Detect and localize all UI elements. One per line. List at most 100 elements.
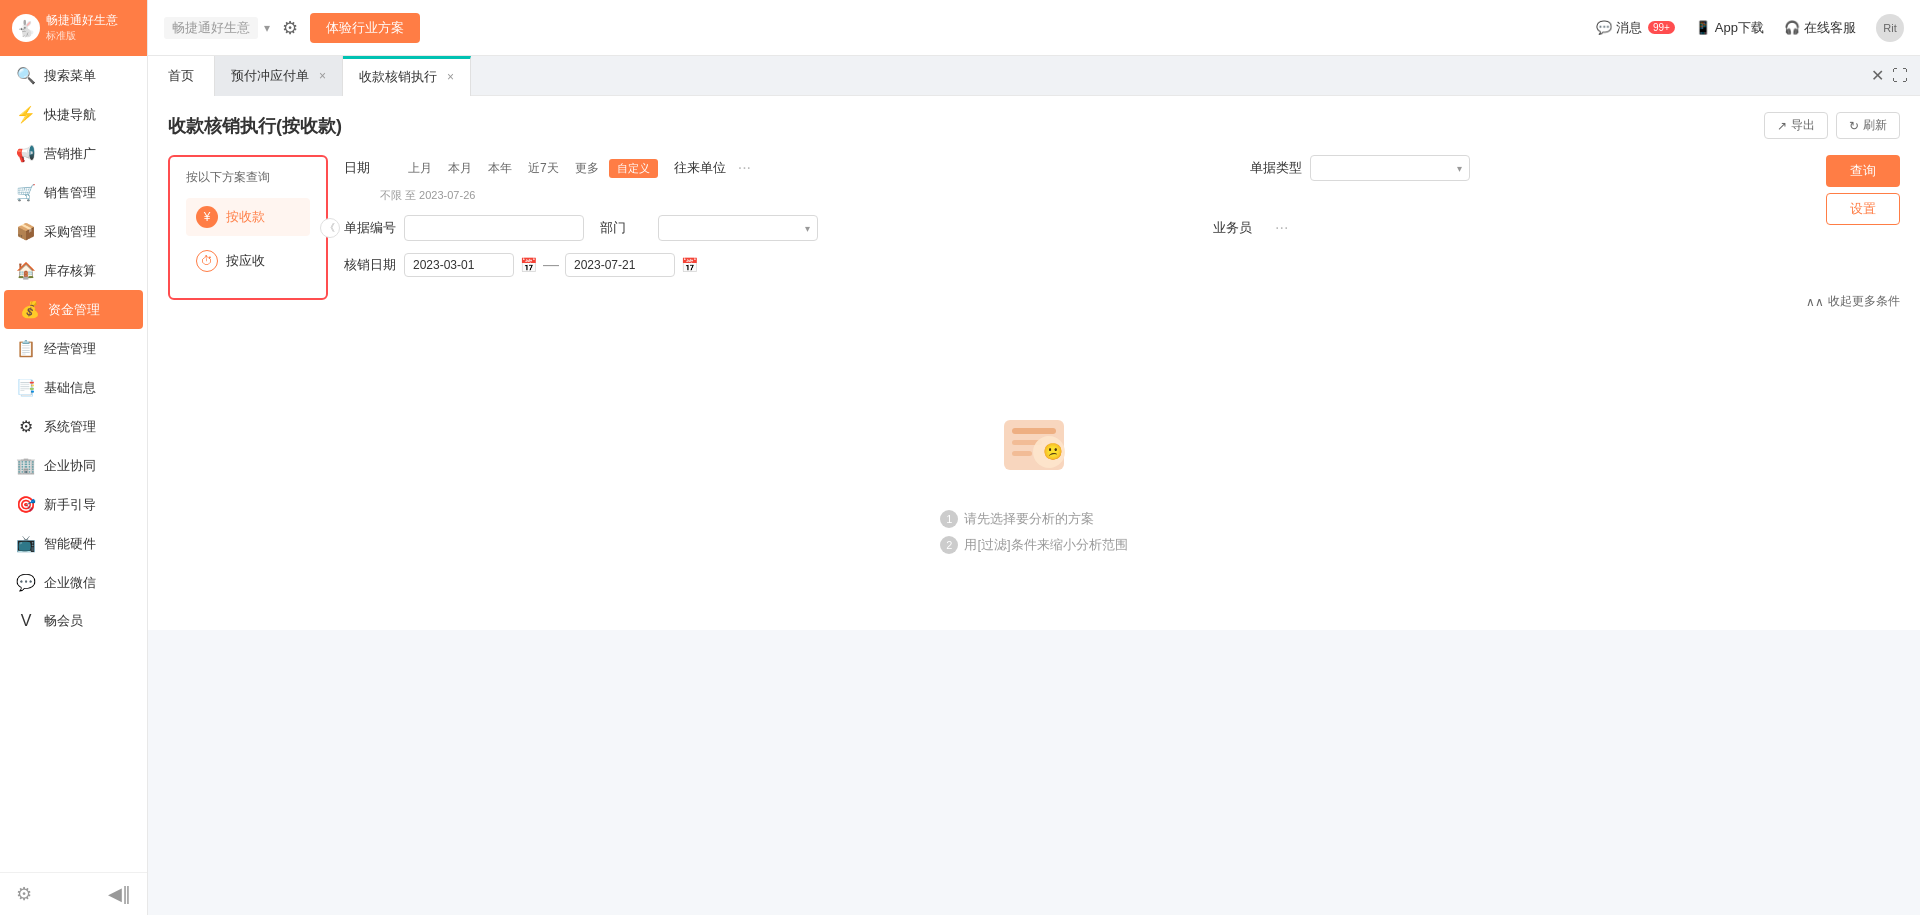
sidebar-icon-13: 💬 — [16, 573, 36, 592]
filter-row-date: 日期 上月 本月 本年 近7天 更多 自定义 — [344, 155, 1810, 181]
sidebar-icon-10: 🏢 — [16, 456, 36, 475]
verify-date-start-input[interactable] — [404, 253, 514, 277]
tab-prepay-close-icon[interactable]: × — [319, 69, 326, 83]
sidebar-item-智能硬件[interactable]: 📺智能硬件 — [0, 524, 147, 563]
filter-option-by-receivable[interactable]: ⏱ 按应收 — [186, 242, 310, 280]
tab-collection-close-icon[interactable]: × — [447, 70, 454, 84]
filter-option-by-receipt[interactable]: ¥ 按收款 — [186, 198, 310, 236]
sidebar-item-销售管理[interactable]: 🛒 销售管理 — [0, 173, 147, 212]
filter-row-verify-date: 核销日期 📅 — 📅 — [344, 253, 1810, 277]
filter-panel-title: 按以下方案查询 — [186, 169, 310, 186]
dept-select[interactable] — [658, 215, 818, 241]
order-no-field: 单据编号 — [344, 215, 584, 241]
tab-collection[interactable]: 收款核销执行 × — [343, 56, 471, 96]
verify-date-end-input[interactable] — [565, 253, 675, 277]
more-dates-btn[interactable]: 更多 — [569, 158, 605, 179]
refresh-btn[interactable]: ↻ 刷新 — [1836, 112, 1900, 139]
sidebar-item-搜索菜单[interactable]: 🔍搜索菜单 — [0, 56, 147, 95]
last-7-days-btn[interactable]: 近7天 — [522, 158, 565, 179]
sidebar-item-企业协同[interactable]: 🏢 企业协同 — [0, 446, 147, 485]
tab-prepay[interactable]: 预付冲应付单 × — [215, 56, 343, 96]
sidebar-label-7: 经营管理 — [44, 340, 96, 358]
sidebar-item-采购管理[interactable]: 📦 采购管理 — [0, 212, 147, 251]
content: 收款核销执行(按收款) ↗ 导出 ↻ 刷新 按以下方案查询 — [148, 96, 1920, 915]
order-type-label: 单据类型 — [1250, 159, 1302, 177]
date-note: 不限 至 2023-07-26 — [380, 189, 475, 201]
avatar: Rit — [1876, 14, 1904, 42]
sidebar-icon-5: 🏠 — [16, 261, 36, 280]
filter-option-receipt-label: 按收款 — [226, 208, 265, 226]
custom-date-btn[interactable]: 自定义 — [609, 159, 658, 178]
sidebar-icon-6: 💰 — [20, 300, 40, 319]
tab-home[interactable]: 首页 — [148, 56, 215, 96]
verify-date-start-cal-icon[interactable]: 📅 — [520, 257, 537, 273]
this-year-btn[interactable]: 本年 — [482, 158, 518, 179]
sidebar-label-3: 销售管理 — [44, 184, 96, 202]
app-download-btn[interactable]: 📱 App下载 — [1695, 19, 1764, 37]
collapse-panel-icon[interactable]: 《 — [320, 218, 340, 238]
page-title-row: 收款核销执行(按收款) ↗ 导出 ↻ 刷新 — [168, 112, 1900, 139]
close-all-icon[interactable]: ✕ — [1871, 66, 1884, 85]
tip-num-1: 1 — [940, 510, 958, 528]
topbar-gear-icon[interactable]: ⚙ — [282, 17, 298, 39]
collection-label: 收款核销执行 — [359, 68, 437, 86]
sidebar: 🐇 畅捷通好生意 标准版 🔍搜索菜单⚡快捷导航📢营销推广 🛒 销售管理 📦 采购管理 🏠库… — [0, 0, 148, 915]
online-service-btn[interactable]: 🎧 在线客服 — [1784, 19, 1856, 37]
salesperson-field: 业务员 ··· — [1213, 219, 1810, 237]
sidebar-label-8: 基础信息 — [44, 379, 96, 397]
sidebar-item-系统管理[interactable]: ⚙系统管理 — [0, 407, 147, 446]
counterpart-dots-icon[interactable]: ··· — [734, 159, 755, 177]
user-info[interactable]: Rit — [1876, 14, 1904, 42]
messages-btn[interactable]: 💬 消息 99+ — [1596, 19, 1675, 37]
expand-icon[interactable]: ⛶ — [1892, 67, 1908, 85]
refresh-label: 刷新 — [1863, 117, 1887, 134]
salesperson-dots-icon[interactable]: ··· — [1271, 219, 1292, 237]
topbar: 畅捷通好生意 ▾ ⚙ 体验行业方案 💬 消息 99+ 📱 App下载 🎧 在线客… — [148, 0, 1920, 56]
sidebar-item-经营管理[interactable]: 📋经营管理 — [0, 329, 147, 368]
sidebar-icon-3: 🛒 — [16, 183, 36, 202]
verify-date-input-group: 📅 — 📅 — [404, 253, 698, 277]
order-type-select[interactable] — [1310, 155, 1470, 181]
messages-badge: 99+ — [1648, 21, 1675, 34]
trial-btn[interactable]: 体验行业方案 — [310, 13, 420, 43]
verify-date-end-cal-icon[interactable]: 📅 — [681, 257, 698, 273]
sidebar-label-10: 企业协同 — [44, 457, 96, 475]
dept-label: 部门 — [600, 219, 650, 237]
sidebar-item-营销推广[interactable]: 📢营销推广 — [0, 134, 147, 173]
export-btn[interactable]: ↗ 导出 — [1764, 112, 1828, 139]
query-btn[interactable]: 查询 — [1826, 155, 1900, 187]
sidebar-item-基础信息[interactable]: 📑 基础信息 — [0, 368, 147, 407]
sidebar-icon-1: ⚡ — [16, 105, 36, 124]
sidebar-item-企业微信[interactable]: 💬 企业微信 — [0, 563, 147, 602]
sidebar-item-畅会员[interactable]: V畅会员 — [0, 602, 147, 640]
collapse-sidebar-icon[interactable]: ◀‖ — [108, 883, 131, 905]
app-download-label: App下载 — [1715, 19, 1764, 37]
settings-btn[interactable]: 设置 — [1826, 193, 1900, 225]
sidebar-label-4: 采购管理 — [44, 223, 96, 241]
last-month-btn[interactable]: 上月 — [402, 158, 438, 179]
sidebar-icon-4: 📦 — [16, 222, 36, 241]
empty-tip-1: 1 请先选择要分析的方案 — [940, 510, 1127, 528]
export-label: 导出 — [1791, 117, 1815, 134]
order-type-field: 单据类型 ▾ — [1250, 155, 1810, 181]
salesperson-label: 业务员 — [1213, 219, 1263, 237]
sidebar-logo: 🐇 畅捷通好生意 标准版 — [0, 0, 147, 56]
sidebar-item-快捷导航[interactable]: ⚡快捷导航 — [0, 95, 147, 134]
topbar-logo-text: 畅捷通好生意 — [164, 17, 258, 39]
export-icon: ↗ — [1777, 119, 1787, 133]
main-area: 畅捷通好生意 ▾ ⚙ 体验行业方案 💬 消息 99+ 📱 App下载 🎧 在线客… — [148, 0, 1920, 915]
sidebar-label-9: 系统管理 — [44, 418, 96, 436]
tip-text-2: 用[过滤]条件来缩小分析范围 — [964, 536, 1127, 554]
sidebar-label-13: 企业微信 — [44, 574, 96, 592]
sidebar-item-新手引导[interactable]: 🎯新手引导 — [0, 485, 147, 524]
messages-label: 消息 — [1616, 19, 1642, 37]
sidebar-icon-8: 📑 — [16, 378, 36, 397]
sidebar-item-库存核算[interactable]: 🏠库存核算 — [0, 251, 147, 290]
settings-icon[interactable]: ⚙ — [16, 883, 32, 905]
order-no-input[interactable] — [404, 215, 584, 241]
sidebar-item-资金管理[interactable]: 💰资金管理 — [4, 290, 143, 329]
topbar-chevron-icon[interactable]: ▾ — [264, 21, 270, 35]
topbar-logo-area: 畅捷通好生意 ▾ — [164, 17, 270, 39]
collapse-more-btn[interactable]: ∧∧ 收起更多条件 — [344, 293, 1900, 310]
this-month-btn[interactable]: 本月 — [442, 158, 478, 179]
